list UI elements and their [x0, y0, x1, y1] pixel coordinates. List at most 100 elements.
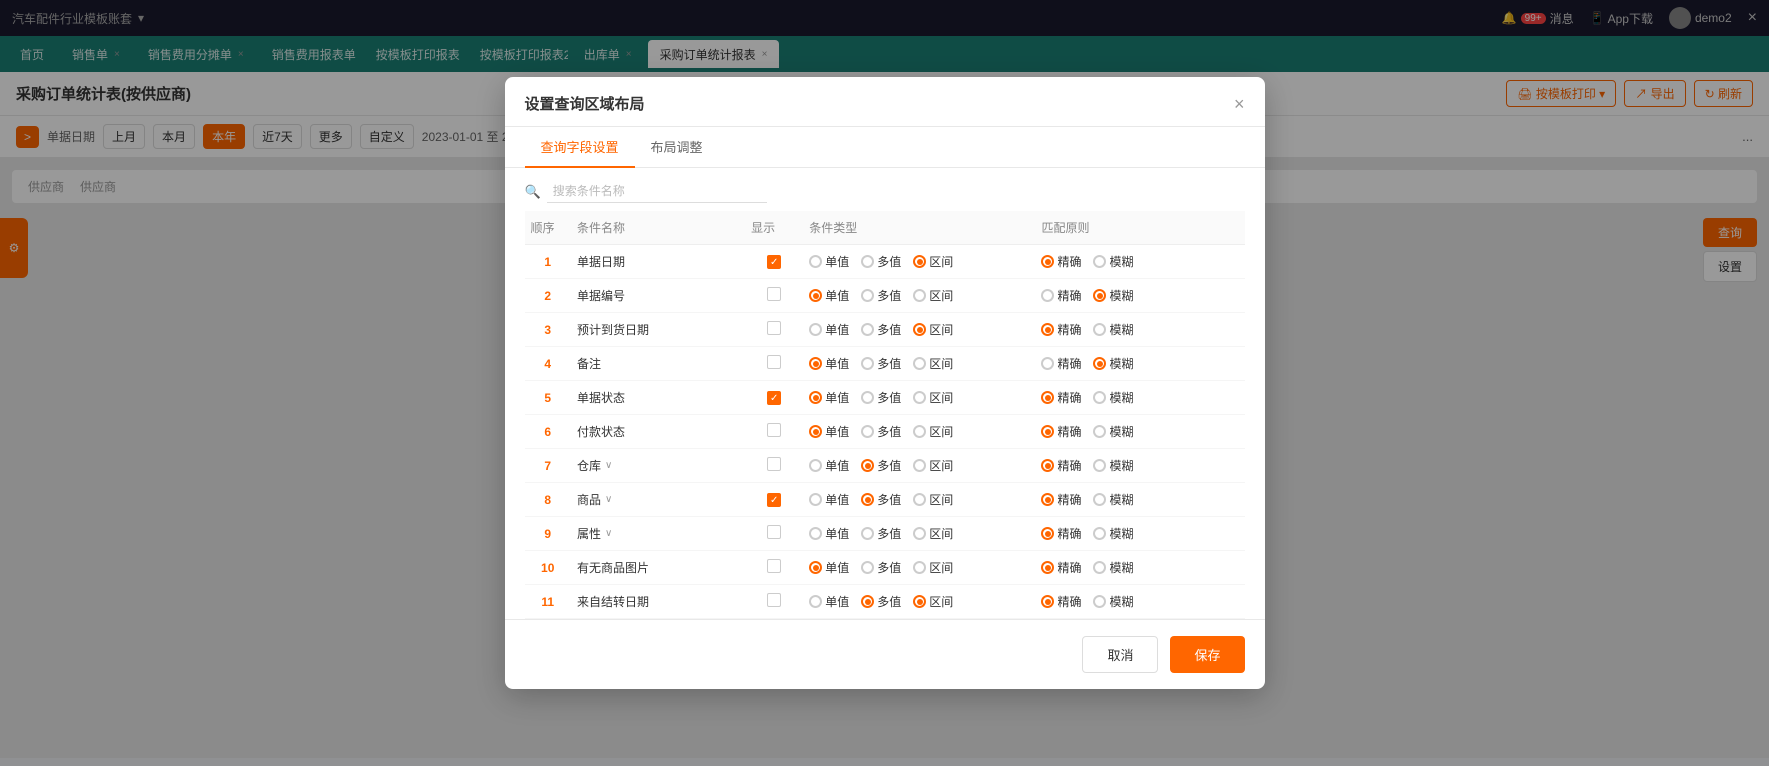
dialog-close-button[interactable]: ×	[1234, 95, 1245, 113]
row-show-10[interactable]	[745, 585, 803, 619]
radio-match-match_fuzzy-1[interactable]: 模糊	[1093, 287, 1133, 304]
radio-dot-type-3	[861, 357, 874, 370]
radio-type-type_single-3[interactable]: 单值	[809, 355, 849, 372]
row-show-0[interactable]	[745, 245, 803, 279]
col-header-show: 显示	[745, 211, 803, 245]
radio-type-type_single-6[interactable]: 单值	[809, 457, 849, 474]
radio-match-match_exact-6[interactable]: 精确	[1041, 457, 1081, 474]
row-name-6: 仓库 ∨	[571, 449, 745, 483]
row-show-2[interactable]	[745, 313, 803, 347]
radio-type-type_range-2[interactable]: 区间	[913, 321, 953, 338]
checkbox-unchecked-1[interactable]	[767, 287, 781, 301]
radio-match-match_fuzzy-2[interactable]: 模糊	[1093, 321, 1133, 338]
radio-match-match_exact-2[interactable]: 精确	[1041, 321, 1081, 338]
radio-match-match_fuzzy-7[interactable]: 模糊	[1093, 491, 1133, 508]
table-row: 6付款状态单值多值区间精确模糊	[525, 415, 1245, 449]
checkbox-unchecked-10[interactable]	[767, 593, 781, 607]
radio-match-match_fuzzy-4[interactable]: 模糊	[1093, 389, 1133, 406]
row-show-5[interactable]	[745, 415, 803, 449]
radio-type-type_range-0[interactable]: 区间	[913, 253, 953, 270]
row-show-1[interactable]	[745, 279, 803, 313]
radio-type-type_single-1[interactable]: 单值	[809, 287, 849, 304]
radio-type-type_single-8[interactable]: 单值	[809, 525, 849, 542]
checkbox-checked-7[interactable]	[767, 493, 781, 507]
radio-type-type_range-7[interactable]: 区间	[913, 491, 953, 508]
radio-type-type_multi-1[interactable]: 多值	[861, 287, 901, 304]
radio-dot-type-10	[913, 595, 926, 608]
radio-type-type_single-2[interactable]: 单值	[809, 321, 849, 338]
radio-type-type_multi-10[interactable]: 多值	[861, 593, 901, 610]
tab-query-fields[interactable]: 查询字段设置	[525, 127, 635, 168]
radio-type-type_multi-3[interactable]: 多值	[861, 355, 901, 372]
radio-match-match_fuzzy-8[interactable]: 模糊	[1093, 525, 1133, 542]
radio-match-match_exact-8[interactable]: 精确	[1041, 525, 1081, 542]
radio-type-type_single-7[interactable]: 单值	[809, 491, 849, 508]
radio-type-type_single-9[interactable]: 单值	[809, 559, 849, 576]
cancel-button[interactable]: 取消	[1082, 636, 1158, 673]
radio-type-type_multi-5[interactable]: 多值	[861, 423, 901, 440]
radio-type-type_range-8[interactable]: 区间	[913, 525, 953, 542]
radio-match-match_fuzzy-3[interactable]: 模糊	[1093, 355, 1133, 372]
radio-match-match_fuzzy-9[interactable]: 模糊	[1093, 559, 1133, 576]
radio-type-type_single-5[interactable]: 单值	[809, 423, 849, 440]
row-show-3[interactable]	[745, 347, 803, 381]
tab-layout-adjust[interactable]: 布局调整	[635, 127, 719, 168]
radio-type-type_multi-9[interactable]: 多值	[861, 559, 901, 576]
search-icon: 🔍	[525, 184, 541, 200]
row-show-4[interactable]	[745, 381, 803, 415]
radio-dot-type-1	[913, 289, 926, 302]
radio-type-type_range-9[interactable]: 区间	[913, 559, 953, 576]
checkbox-checked-0[interactable]	[767, 255, 781, 269]
row-show-9[interactable]	[745, 551, 803, 585]
radio-dot-type-6	[809, 459, 822, 472]
radio-match-match_exact-1[interactable]: 精确	[1041, 287, 1081, 304]
radio-type-type_range-10[interactable]: 区间	[913, 593, 953, 610]
radio-type-type_multi-2[interactable]: 多值	[861, 321, 901, 338]
radio-type-type_range-6[interactable]: 区间	[913, 457, 953, 474]
row-order-8: 9	[525, 517, 571, 551]
radio-match-match_fuzzy-6[interactable]: 模糊	[1093, 457, 1133, 474]
row-show-8[interactable]	[745, 517, 803, 551]
radio-match-match_exact-3[interactable]: 精确	[1041, 355, 1081, 372]
col-header-name: 条件名称	[571, 211, 745, 245]
radio-match-match_exact-9[interactable]: 精确	[1041, 559, 1081, 576]
row-order-1: 2	[525, 279, 571, 313]
checkbox-unchecked-2[interactable]	[767, 321, 781, 335]
radio-match-match_fuzzy-0[interactable]: 模糊	[1093, 253, 1133, 270]
radio-type-type_multi-0[interactable]: 多值	[861, 253, 901, 270]
checkbox-unchecked-9[interactable]	[767, 559, 781, 573]
radio-match-match_exact-7[interactable]: 精确	[1041, 491, 1081, 508]
radio-type-type_range-3[interactable]: 区间	[913, 355, 953, 372]
radio-type-type_multi-6[interactable]: 多值	[861, 457, 901, 474]
radio-match-match_exact-5[interactable]: 精确	[1041, 423, 1081, 440]
checkbox-unchecked-3[interactable]	[767, 355, 781, 369]
radio-dot-type-10	[861, 595, 874, 608]
save-button[interactable]: 保存	[1170, 636, 1244, 673]
radio-type-type_single-0[interactable]: 单值	[809, 253, 849, 270]
radio-match-match_exact-0[interactable]: 精确	[1041, 253, 1081, 270]
radio-type-type_single-4[interactable]: 单值	[809, 389, 849, 406]
radio-type-type_multi-4[interactable]: 多值	[861, 389, 901, 406]
radio-match-match_fuzzy-10[interactable]: 模糊	[1093, 593, 1133, 610]
row-show-6[interactable]	[745, 449, 803, 483]
row-match-9: 精确模糊	[1035, 551, 1244, 585]
radio-dot-type-1	[861, 289, 874, 302]
radio-type-type_range-5[interactable]: 区间	[913, 423, 953, 440]
radio-type-type_range-4[interactable]: 区间	[913, 389, 953, 406]
radio-type-type_range-1[interactable]: 区间	[913, 287, 953, 304]
checkbox-unchecked-5[interactable]	[767, 423, 781, 437]
checkbox-unchecked-6[interactable]	[767, 457, 781, 471]
radio-dot-match-9	[1041, 561, 1054, 574]
radio-type-type_multi-8[interactable]: 多值	[861, 525, 901, 542]
checkbox-checked-4[interactable]	[767, 391, 781, 405]
radio-type-type_single-10[interactable]: 单值	[809, 593, 849, 610]
search-input[interactable]	[547, 180, 767, 203]
row-match-7: 精确模糊	[1035, 483, 1244, 517]
radio-match-match_exact-10[interactable]: 精确	[1041, 593, 1081, 610]
checkbox-unchecked-8[interactable]	[767, 525, 781, 539]
table-row: 9属性 ∨单值多值区间精确模糊	[525, 517, 1245, 551]
radio-match-match_fuzzy-5[interactable]: 模糊	[1093, 423, 1133, 440]
row-show-7[interactable]	[745, 483, 803, 517]
radio-type-type_multi-7[interactable]: 多值	[861, 491, 901, 508]
radio-match-match_exact-4[interactable]: 精确	[1041, 389, 1081, 406]
